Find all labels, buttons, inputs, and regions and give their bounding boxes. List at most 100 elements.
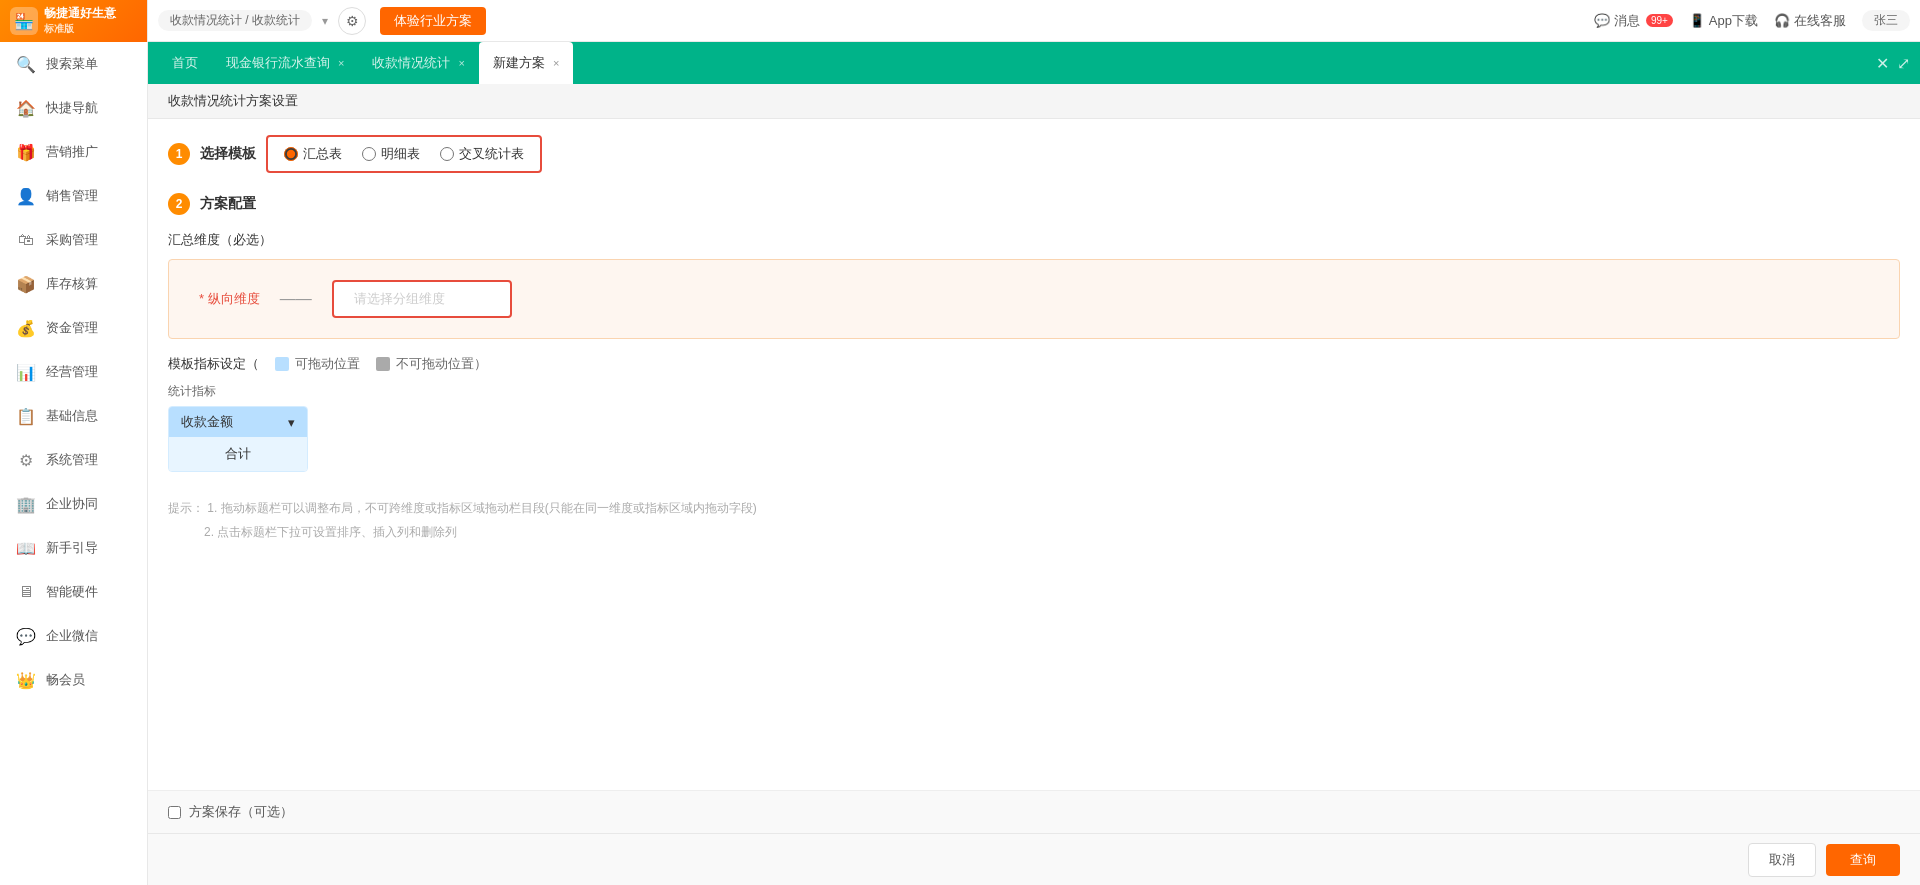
cancel-button[interactable]: 取消 bbox=[1748, 843, 1816, 877]
sidebar-item-enterprise[interactable]: 🏢 企业协同 bbox=[0, 482, 147, 526]
option-cross[interactable]: 交叉统计表 bbox=[440, 145, 524, 163]
settings-button[interactable]: ⚙ bbox=[338, 7, 366, 35]
sidebar-item-member[interactable]: 👑 畅会员 bbox=[0, 658, 147, 702]
message-icon: 💬 bbox=[1594, 13, 1610, 28]
page-header: 收款情况统计方案设置 bbox=[148, 84, 1920, 119]
tab-bank-flow[interactable]: 现金银行流水查询 × bbox=[212, 42, 358, 84]
stats-section: 统计指标 收款金额 ▾ 合计 bbox=[168, 383, 1900, 472]
stats-card-header: 收款金额 ▾ bbox=[169, 407, 307, 437]
draggable-tag: 可拖动位置 bbox=[275, 355, 360, 373]
sidebar-item-label: 快捷导航 bbox=[46, 99, 98, 117]
sidebar-item-label: 企业微信 bbox=[46, 627, 98, 645]
stats-card-item: 合计 bbox=[225, 446, 251, 461]
home-icon: 🏠 bbox=[16, 99, 36, 118]
tab-collection-stats[interactable]: 收款情况统计 × bbox=[358, 42, 478, 84]
step1-number: 1 bbox=[168, 143, 190, 165]
crown-icon: 👑 bbox=[16, 671, 36, 690]
tab-new-plan-close[interactable]: × bbox=[553, 57, 559, 69]
tab-home[interactable]: 首页 bbox=[158, 42, 212, 84]
bag-icon: 🛍 bbox=[16, 231, 36, 249]
phone-icon: 📱 bbox=[1689, 13, 1705, 28]
sidebar-item-label: 基础信息 bbox=[46, 407, 98, 425]
tab-new-plan[interactable]: 新建方案 × bbox=[479, 42, 573, 84]
gift-icon: 🎁 bbox=[16, 143, 36, 162]
monitor-icon: 🖥 bbox=[16, 583, 36, 601]
maximize-button[interactable]: ⤢ bbox=[1897, 54, 1910, 73]
user-icon: 👤 bbox=[16, 187, 36, 206]
search-icon: 🔍 bbox=[16, 55, 36, 74]
sidebar-item-system[interactable]: ⚙ 系统管理 bbox=[0, 438, 147, 482]
non-draggable-icon bbox=[376, 357, 390, 371]
sidebar-item-label: 搜索菜单 bbox=[46, 55, 98, 73]
option-summary-label: 汇总表 bbox=[303, 145, 342, 163]
radio-detail[interactable] bbox=[362, 147, 376, 161]
sidebar-item-search[interactable]: 🔍 搜索菜单 bbox=[0, 42, 147, 86]
step2-section: 2 方案配置 汇总维度（必选） * 纵向维度 —— 请选择分组维度 bbox=[168, 193, 1900, 544]
sidebar-item-operations[interactable]: 📊 经营管理 bbox=[0, 350, 147, 394]
sidebar-item-label: 智能硬件 bbox=[46, 583, 98, 601]
chart-icon: 📊 bbox=[16, 363, 36, 382]
template-options: 汇总表 明细表 交叉统计表 bbox=[266, 135, 542, 173]
book-icon: 📖 bbox=[16, 539, 36, 558]
step1-section: 1 选择模板 汇总表 明细表 交叉统计表 bbox=[168, 135, 1900, 173]
chat-icon: 💬 bbox=[16, 627, 36, 646]
dimension-select[interactable]: 请选择分组维度 bbox=[332, 280, 512, 318]
step1-title: 选择模板 bbox=[200, 145, 256, 163]
tab-collection-label: 收款情况统计 bbox=[372, 54, 450, 72]
page-title: 收款情况统计方案设置 bbox=[168, 93, 298, 108]
logo-edition: 标准版 bbox=[44, 22, 116, 36]
chevron-down-icon[interactable]: ▾ bbox=[322, 14, 328, 28]
radio-cross[interactable] bbox=[440, 147, 454, 161]
option-summary[interactable]: 汇总表 bbox=[284, 145, 342, 163]
sidebar-item-label: 营销推广 bbox=[46, 143, 98, 161]
online-service-button[interactable]: 🎧 在线客服 bbox=[1774, 12, 1846, 30]
sidebar-item-funds[interactable]: 💰 资金管理 bbox=[0, 306, 147, 350]
close-window-button[interactable]: ✕ bbox=[1876, 54, 1889, 73]
chevron-down-icon[interactable]: ▾ bbox=[288, 415, 295, 430]
sidebar-item-quick-nav[interactable]: 🏠 快捷导航 bbox=[0, 86, 147, 130]
breadcrumb-text: 收款情况统计 / 收款统计 bbox=[158, 10, 312, 31]
clipboard-icon: 📋 bbox=[16, 407, 36, 426]
tab-new-plan-label: 新建方案 bbox=[493, 54, 545, 72]
logo-icon: 🏪 bbox=[10, 7, 38, 35]
step1-header: 1 选择模板 汇总表 明细表 交叉统计表 bbox=[168, 135, 1900, 173]
sidebar-item-purchase[interactable]: 🛍 采购管理 bbox=[0, 218, 147, 262]
vertical-dimension-label: * 纵向维度 bbox=[199, 290, 260, 308]
user-info[interactable]: 张三 bbox=[1862, 10, 1910, 31]
sidebar-item-basic-info[interactable]: 📋 基础信息 bbox=[0, 394, 147, 438]
topbar: 收款情况统计 / 收款统计 ▾ ⚙ 体验行业方案 💬 消息 99+ 📱 App下… bbox=[148, 0, 1920, 42]
gear-icon: ⚙ bbox=[346, 13, 359, 29]
option-detail[interactable]: 明细表 bbox=[362, 145, 420, 163]
trial-industry-button[interactable]: 体验行业方案 bbox=[380, 7, 486, 35]
message-button[interactable]: 💬 消息 99+ bbox=[1594, 12, 1673, 30]
tab-bank-flow-label: 现金银行流水查询 bbox=[226, 54, 330, 72]
step2-title: 方案配置 bbox=[200, 195, 256, 213]
arrow-icon: —— bbox=[280, 290, 312, 308]
sidebar-item-wechat[interactable]: 💬 企业微信 bbox=[0, 614, 147, 658]
box-icon: 📦 bbox=[16, 275, 36, 294]
footer: 取消 查询 bbox=[148, 833, 1920, 885]
stats-card-body: 合计 bbox=[169, 437, 307, 471]
sidebar-item-guide[interactable]: 📖 新手引导 bbox=[0, 526, 147, 570]
sidebar-item-marketing[interactable]: 🎁 营销推广 bbox=[0, 130, 147, 174]
content-area: 收款情况统计方案设置 1 选择模板 汇总表 明细表 bbox=[148, 84, 1920, 833]
option-cross-label: 交叉统计表 bbox=[459, 145, 524, 163]
save-option-section: 方案保存（可选） bbox=[148, 790, 1920, 833]
sidebar-item-hardware[interactable]: 🖥 智能硬件 bbox=[0, 570, 147, 614]
save-checkbox[interactable] bbox=[168, 806, 181, 819]
dimension-label: 汇总维度（必选） bbox=[168, 231, 1900, 249]
building-icon: 🏢 bbox=[16, 495, 36, 514]
main-area: 收款情况统计 / 收款统计 ▾ ⚙ 体验行业方案 💬 消息 99+ 📱 App下… bbox=[148, 0, 1920, 885]
query-button[interactable]: 查询 bbox=[1826, 844, 1900, 876]
tab-bank-flow-close[interactable]: × bbox=[338, 57, 344, 69]
sidebar-item-label: 销售管理 bbox=[46, 187, 98, 205]
sidebar-item-label: 系统管理 bbox=[46, 451, 98, 469]
tab-collection-close[interactable]: × bbox=[458, 57, 464, 69]
app-download-button[interactable]: 📱 App下载 bbox=[1689, 12, 1758, 30]
radio-summary[interactable] bbox=[284, 147, 298, 161]
message-label: 消息 bbox=[1614, 12, 1640, 30]
sidebar-item-inventory[interactable]: 📦 库存核算 bbox=[0, 262, 147, 306]
indicators-label: 模板指标设定（ bbox=[168, 355, 259, 373]
sidebar-item-sales[interactable]: 👤 销售管理 bbox=[0, 174, 147, 218]
headset-icon: 🎧 bbox=[1774, 13, 1790, 28]
